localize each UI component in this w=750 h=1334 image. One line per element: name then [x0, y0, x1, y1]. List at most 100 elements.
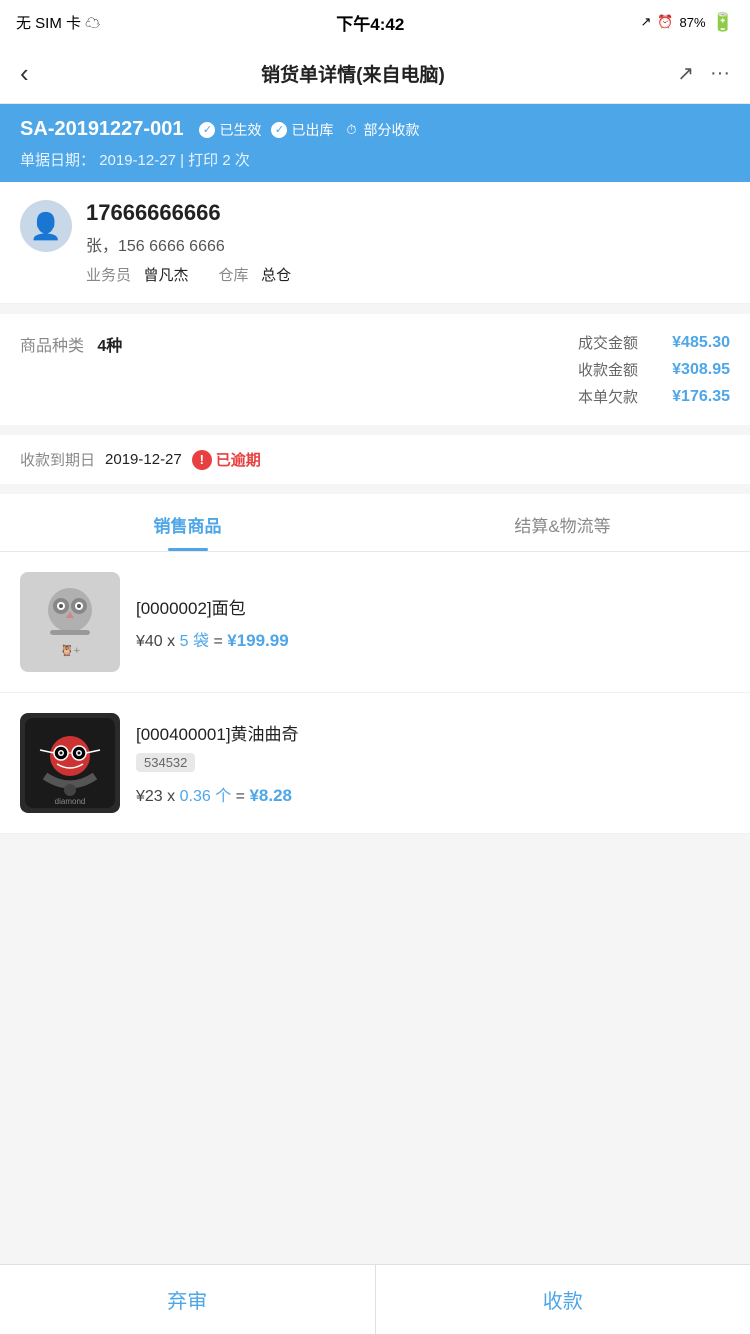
check-icon-1: ✓ [199, 122, 215, 138]
product-unit-1: 袋 [193, 633, 209, 650]
customer-phone: 张，156 6666 6666 [86, 232, 730, 256]
tab-settlement-label: 结算&物流等 [514, 517, 610, 536]
person-icon: 👤 [30, 211, 62, 242]
product-price-2: ¥23 [136, 788, 163, 805]
warehouse-label: 仓库 [219, 267, 249, 284]
customer-info: 17666666666 张，156 6666 6666 业务员 曾凡杰 仓库 总… [86, 200, 730, 285]
check-icon-2: ✓ [271, 122, 287, 138]
due-date-label: 收款到期日 [20, 449, 95, 470]
overdue-badge: ! 已逾期 [192, 449, 261, 470]
date-value: 2019-12-27 [99, 152, 176, 169]
page-title: 销货单详情(来自电脑) [261, 60, 445, 87]
summary-amounts: 成交金额 ¥485.30 收款金额 ¥308.95 本单欠款 ¥176.35 [578, 332, 730, 407]
product-price-line-1: ¥40 x 5 袋 = ¥199.99 [136, 627, 730, 651]
badge-effective-label: 已生效 [219, 120, 261, 140]
order-id: SA-20191227-001 [20, 118, 183, 141]
header-banner: SA-20191227-001 ✓ 已生效 ✓ 已出库 ⏱ 部分收款 单据日期：… [0, 104, 750, 182]
overdue-label: 已逾期 [216, 449, 261, 470]
product-type-label: 商品种类 [20, 338, 84, 355]
transaction-label: 成交金额 [578, 332, 638, 353]
cancel-audit-button[interactable]: 弃审 [0, 1265, 376, 1334]
product-item: 🦉+ [0000002]面包 ¥40 x 5 袋 = ¥199.99 [0, 552, 750, 693]
due-date-value: 2019-12-27 [105, 451, 182, 468]
badge-shipped-label: 已出库 [291, 120, 333, 140]
nav-actions: ↗ ··· [677, 61, 730, 86]
warehouse-value: 总仓 [261, 267, 291, 284]
product-info-2: [000400001]黄油曲奇 534532 ¥23 x 0.36 个 = ¥8… [136, 720, 730, 806]
due-date-section: 收款到期日 2019-12-27 ! 已逾期 [0, 435, 750, 484]
bottom-bar: 弃审 收款 [0, 1264, 750, 1334]
more-button[interactable]: ··· [710, 62, 730, 85]
print-label: | 打印 2 次 [180, 152, 250, 169]
product-price-1: ¥40 [136, 633, 163, 650]
product-total-2: ¥8.28 [249, 786, 292, 805]
product-image-svg: diamond [25, 718, 115, 808]
svg-text:diamond: diamond [55, 797, 86, 806]
products-section: 🦉+ [0000002]面包 ¥40 x 5 袋 = ¥199.99 [0, 552, 750, 834]
product-price-line-2: ¥23 x 0.36 个 = ¥8.28 [136, 782, 730, 806]
battery-icon: 🔋 [712, 12, 734, 33]
outstanding-label: 本单欠款 [578, 386, 638, 407]
product-equals-1: = [213, 633, 227, 650]
badge-partial: ⏱ 部分收款 [343, 120, 419, 140]
customer-name: 17666666666 [86, 200, 730, 226]
product-qty-1: 5 [180, 633, 189, 650]
badge-shipped: ✓ 已出库 [271, 120, 333, 140]
badge-partial-label: 部分收款 [363, 120, 419, 140]
overdue-icon: ! [192, 450, 212, 470]
signal-text: 无 SIM 卡 ☁ [16, 12, 100, 33]
product-name-2: [000400001]黄油曲奇 [136, 720, 730, 745]
badge-list: ✓ 已生效 ✓ 已出库 ⏱ 部分收款 [199, 120, 419, 140]
salesperson-item: 业务员 曾凡杰 [86, 264, 189, 285]
tabs-section: 销售商品 结算&物流等 [0, 494, 750, 552]
status-bar: 无 SIM 卡 ☁ 下午4:42 ↗ ⏰ 87% 🔋 [0, 0, 750, 44]
collect-payment-button[interactable]: 收款 [376, 1265, 750, 1334]
banner-date: 单据日期： 2019-12-27 | 打印 2 次 [20, 149, 730, 170]
status-left: 无 SIM 卡 ☁ [16, 12, 100, 33]
transaction-value: ¥485.30 [650, 334, 730, 352]
back-button[interactable]: ‹ [20, 58, 29, 89]
warehouse-item: 仓库 总仓 [219, 264, 292, 285]
share-button[interactable]: ↗ [677, 61, 694, 86]
avatar: 👤 [20, 200, 72, 252]
product-image-2: diamond [20, 713, 120, 813]
product-thumbnail-1: 🦉+ [20, 572, 120, 672]
product-type-count: 4种 [97, 338, 122, 355]
battery-text: 87% [680, 15, 706, 30]
product-sku-2: 534532 [136, 753, 195, 772]
alarm-icon: ⏰ [657, 14, 673, 30]
product-info-1: [0000002]面包 ¥40 x 5 袋 = ¥199.99 [136, 594, 730, 651]
clock-icon: ⏱ [343, 122, 359, 138]
received-value: ¥308.95 [650, 361, 730, 379]
product-item-2: diamond [000400001]黄油曲奇 534532 ¥23 x 0.3… [0, 693, 750, 834]
product-unit-2: 个 [215, 788, 231, 805]
tab-products-label: 销售商品 [154, 517, 222, 536]
svg-text:🦉+: 🦉+ [60, 644, 80, 657]
collect-payment-label: 收款 [543, 1285, 583, 1314]
owl-logo: 🦉+ [20, 572, 120, 672]
product-qty-2: 0.36 [180, 788, 211, 805]
product-thumbnail-2: diamond [20, 713, 120, 813]
tab-products[interactable]: 销售商品 [0, 494, 375, 551]
status-time: 下午4:42 [336, 10, 404, 35]
date-label: 单据日期： [20, 152, 95, 169]
salesperson-value: 曾凡杰 [144, 267, 189, 284]
customer-meta: 业务员 曾凡杰 仓库 总仓 [86, 264, 730, 285]
tab-settlement[interactable]: 结算&物流等 [375, 494, 750, 551]
cancel-audit-label: 弃审 [167, 1285, 207, 1314]
product-total-1: ¥199.99 [227, 631, 288, 650]
salesperson-label: 业务员 [86, 267, 131, 284]
badge-effective: ✓ 已生效 [199, 120, 261, 140]
summary-section: 商品种类 4种 成交金额 ¥485.30 收款金额 ¥308.95 本单欠款 ¥… [0, 314, 750, 425]
status-right: ↗ ⏰ 87% 🔋 [640, 12, 734, 33]
transaction-amount-row: 成交金额 ¥485.30 [578, 332, 730, 353]
received-label: 收款金额 [578, 359, 638, 380]
product-multiply-2: x [167, 788, 179, 805]
product-name-1: [0000002]面包 [136, 594, 730, 619]
outstanding-amount-row: 本单欠款 ¥176.35 [578, 386, 730, 407]
customer-section: 👤 17666666666 张，156 6666 6666 业务员 曾凡杰 仓库… [0, 182, 750, 304]
outstanding-value: ¥176.35 [650, 388, 730, 406]
product-equals-2: = [236, 788, 250, 805]
received-amount-row: 收款金额 ¥308.95 [578, 359, 730, 380]
nav-bar: ‹ 销货单详情(来自电脑) ↗ ··· [0, 44, 750, 104]
